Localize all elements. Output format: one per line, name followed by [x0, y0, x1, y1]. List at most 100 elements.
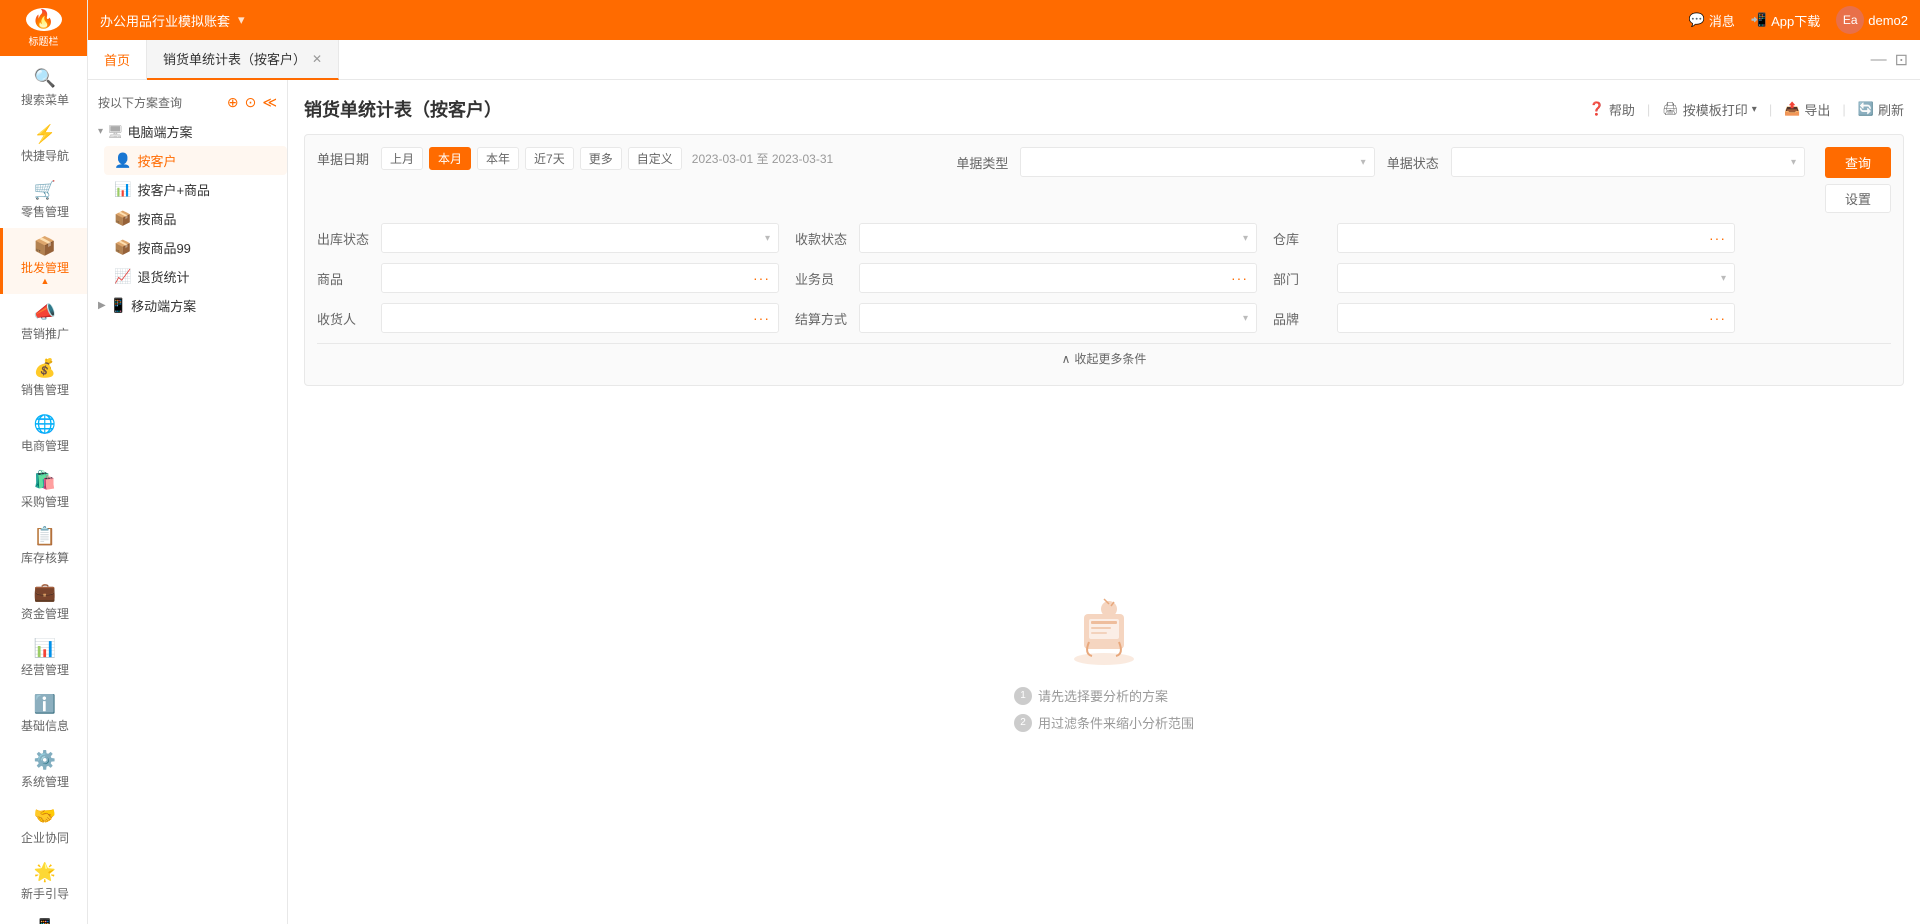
help-icon: ❓ [1589, 101, 1605, 117]
sidebar: 🔥 标题栏 🔍 搜索菜单 ⚡ 快捷导航 🛒 零售管理 📦 批发管理 ▲ 📣 营销… [0, 0, 88, 924]
tab-sales-stats[interactable]: 销货单统计表（按客户） ✕ [147, 40, 339, 80]
by-product-99-label: 按商品99 [137, 238, 190, 257]
sidebar-item-operations[interactable]: 📊 经营管理 [0, 630, 87, 686]
action-buttons: 查询 设置 [1817, 147, 1891, 213]
settings-scheme-icon[interactable]: ⊙ [245, 94, 257, 111]
product-select[interactable]: ··· [381, 263, 779, 293]
print-dropdown-icon: ▾ [1752, 104, 1757, 115]
basic-info-icon: ℹ️ [34, 694, 56, 715]
sidebar-item-label: 库存核算 [21, 549, 69, 566]
date-buttons-group: 上月 本月 本年 近7天 更多 自定义 2023-03-01 至 2023-03… [381, 147, 944, 170]
app-download-label: App下载 [1771, 11, 1820, 30]
staff-dots: ··· [1231, 270, 1248, 286]
tree-child-by-product[interactable]: 📦 按商品 [104, 204, 287, 233]
content-area: 按以下方案查询 ⊕ ⊙ ≪ ▾ 🖥 电脑端方案 👤 按客户 [88, 80, 1920, 924]
sidebar-item-enterprise[interactable]: 🤝 企业协同 [0, 798, 87, 854]
bill-type-arrow: ▾ [1361, 157, 1366, 168]
outbound-label: 出库状态 [317, 229, 373, 248]
query-button[interactable]: 查询 [1825, 147, 1891, 178]
print-label: 按模板打印 [1683, 100, 1748, 119]
ecommerce-icon: 🌐 [34, 414, 56, 435]
warehouse-select[interactable]: ··· [1337, 223, 1735, 253]
bill-status-select[interactable]: ▾ [1451, 147, 1805, 177]
main-area: 办公用品行业模拟账套 ▾ 💬 消息 📲 App下载 Ea demo2 首页 [88, 0, 1920, 924]
inventory-icon: 📋 [34, 526, 56, 547]
left-panel-header: 按以下方案查询 ⊕ ⊙ ≪ [88, 88, 287, 117]
sales-icon: 💰 [34, 358, 56, 379]
sidebar-item-sales[interactable]: 💰 销售管理 [0, 350, 87, 406]
sidebar-item-app-center[interactable]: 📱 应用中心 [0, 910, 87, 924]
system-icon: ⚙️ [34, 750, 56, 771]
dept-select[interactable]: ▾ [1337, 263, 1735, 293]
sidebar-item-quick-nav[interactable]: ⚡ 快捷导航 [0, 116, 87, 172]
settings-button[interactable]: 设置 [1825, 184, 1891, 213]
date-btn-last-month[interactable]: 上月 [381, 147, 423, 170]
sidebar-item-wholesale[interactable]: 📦 批发管理 ▲ [0, 228, 87, 294]
tab-home[interactable]: 首页 [88, 40, 147, 80]
bill-type-select[interactable]: ▾ [1020, 147, 1374, 177]
sidebar-item-purchase[interactable]: 🛍️ 采购管理 [0, 462, 87, 518]
sidebar-item-marketing[interactable]: 📣 营销推广 [0, 294, 87, 350]
sidebar-item-system[interactable]: ⚙️ 系统管理 [0, 742, 87, 798]
settlement-select[interactable]: ▾ [859, 303, 1257, 333]
payment-select[interactable]: ▾ [859, 223, 1257, 253]
close-tab-icon[interactable]: ✕ [312, 52, 322, 66]
print-button[interactable]: 🖨 按模板打印 ▾ [1662, 100, 1757, 119]
user-profile[interactable]: Ea demo2 [1836, 6, 1908, 34]
message-label: 消息 [1709, 11, 1735, 30]
sidebar-item-search-menu[interactable]: 🔍 搜索菜单 [0, 60, 87, 116]
sidebar-item-label: 营销推广 [21, 325, 69, 342]
brand-select[interactable]: ··· [1337, 303, 1735, 333]
collapse-panel-icon[interactable]: ≪ [262, 94, 277, 111]
message-icon: 💬 [1689, 12, 1705, 28]
sidebar-item-finance[interactable]: 💼 资金管理 [0, 574, 87, 630]
sidebar-item-ecommerce[interactable]: 🌐 电商管理 [0, 406, 87, 462]
date-btn-custom[interactable]: 自定义 [628, 147, 682, 170]
help-label: 帮助 [1609, 100, 1635, 119]
sidebar-item-newbie[interactable]: 🌟 新手引导 [0, 854, 87, 910]
tree-child-by-customer[interactable]: 👤 按客户 [104, 146, 287, 175]
date-btn-this-month[interactable]: 本月 [429, 147, 471, 170]
avatar: Ea [1836, 6, 1864, 34]
tree-mobile-section[interactable]: ▶ 📱 移动端方案 [88, 291, 287, 320]
tree-parent-pc[interactable]: ▾ 🖥 电脑端方案 [88, 117, 287, 146]
page-title: 销货单统计表（按客户） [304, 96, 502, 122]
staff-col: 业务员 ··· [795, 263, 1257, 293]
date-btn-more[interactable]: 更多 [580, 147, 622, 170]
product-dots: ··· [753, 270, 770, 286]
help-button[interactable]: ❓ 帮助 [1589, 100, 1635, 119]
sidebar-item-retail[interactable]: 🛒 零售管理 [0, 172, 87, 228]
collapse-bar[interactable]: ∧ 收起更多条件 [317, 343, 1891, 373]
by-customer-product-icon: 📊 [114, 181, 131, 198]
filter-row-2: 出库状态 ▾ 收款状态 ▾ 仓库 [317, 223, 1891, 253]
maximize-window-icon[interactable]: ⊡ [1895, 50, 1908, 70]
tree-child-by-product-99[interactable]: 📦 按商品99 [104, 233, 287, 262]
refresh-button[interactable]: 🔄 刷新 [1858, 100, 1904, 119]
by-customer-label: 按客户 [137, 151, 176, 170]
tree-child-return-stats[interactable]: 📈 退货统计 [104, 262, 287, 291]
operations-icon: 📊 [34, 638, 56, 659]
receiver-select[interactable]: ··· [381, 303, 779, 333]
sidebar-item-inventory[interactable]: 📋 库存核算 [0, 518, 87, 574]
add-scheme-icon[interactable]: ⊕ [227, 94, 239, 111]
by-product-99-icon: 📦 [114, 239, 131, 256]
app-download-button[interactable]: 📲 App下载 [1751, 11, 1820, 30]
outbound-select[interactable]: ▾ [381, 223, 779, 253]
topnav-dropdown-icon[interactable]: ▾ [238, 12, 245, 28]
date-btn-this-year[interactable]: 本年 [477, 147, 519, 170]
brand-label: 品牌 [1273, 309, 1329, 328]
sidebar-item-label: 资金管理 [21, 605, 69, 622]
tree-child-by-customer-product[interactable]: 📊 按客户+商品 [104, 175, 287, 204]
date-btn-last-7days[interactable]: 近7天 [525, 147, 574, 170]
export-button[interactable]: 📤 导出 [1784, 100, 1830, 119]
staff-select[interactable]: ··· [859, 263, 1257, 293]
sidebar-item-label: 销售管理 [21, 381, 69, 398]
collapse-text: 收起更多条件 [1074, 350, 1146, 367]
by-customer-icon: 👤 [114, 152, 131, 169]
warehouse-label: 仓库 [1273, 229, 1329, 248]
date-range-display: 2023-03-01 至 2023-03-31 [692, 150, 833, 167]
quick-nav-icon: ⚡ [34, 124, 56, 145]
message-button[interactable]: 💬 消息 [1689, 11, 1735, 30]
minimize-window-icon[interactable]: — [1871, 51, 1887, 69]
sidebar-item-basic-info[interactable]: ℹ️ 基础信息 [0, 686, 87, 742]
